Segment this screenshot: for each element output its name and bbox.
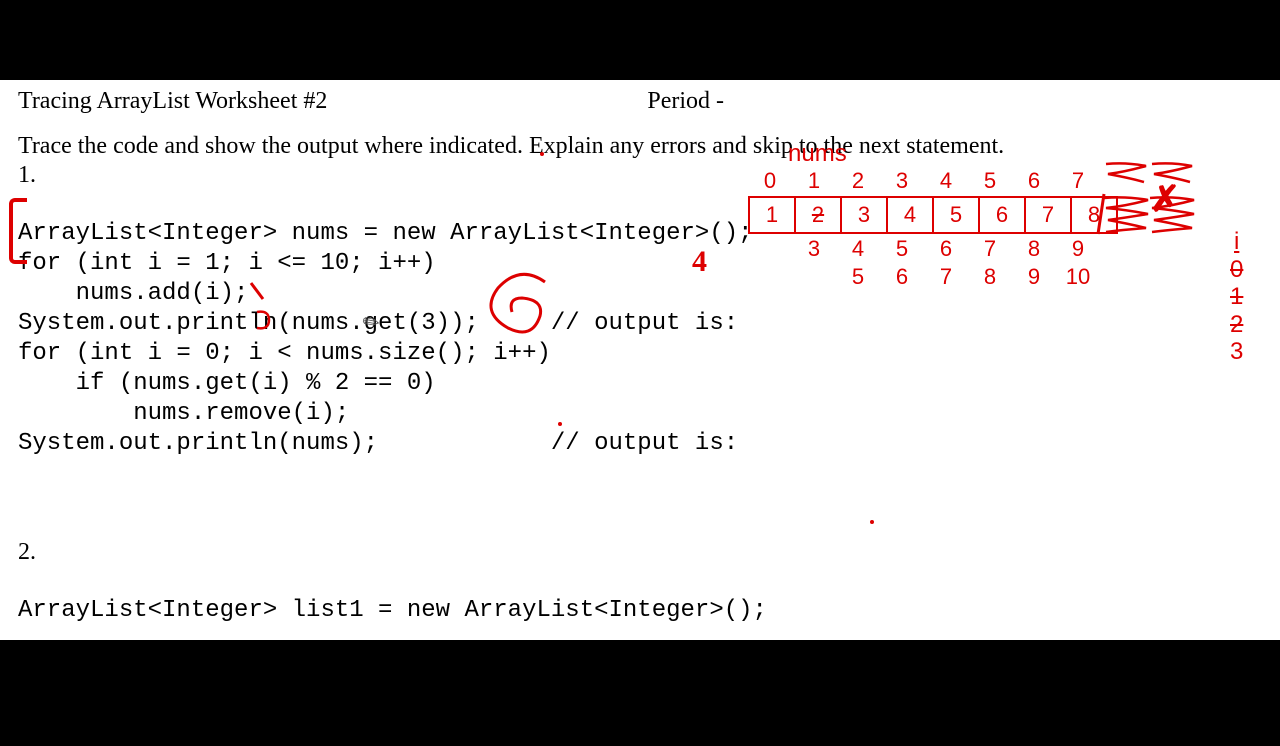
worksheet-page: Tracing ArrayList Worksheet #2 Period - … <box>0 80 1280 640</box>
instructions: Trace the code and show the output where… <box>18 133 1262 160</box>
i-variable-trace: i 0 1 2 3 <box>1230 228 1243 366</box>
scribble-cell-9 <box>1102 194 1150 234</box>
code-line: list1.add(i); <box>18 687 263 714</box>
code-line: ArrayList<Integer> list1 = new ArrayList… <box>18 597 767 624</box>
array-cell-crossed: 2 <box>795 197 841 233</box>
array-indices-annotation: 0 1 2 3 4 5 6 7 <box>748 168 1100 194</box>
worksheet-title: Tracing ArrayList Worksheet #2 <box>18 88 327 115</box>
stray-dot <box>558 422 562 426</box>
question-1-code: ArrayList<Integer> nums = new ArrayList<… <box>18 189 1262 489</box>
code-line: System.out.println(nums); // output is: <box>18 430 738 457</box>
code-line: nums.remove(i); <box>18 400 349 427</box>
code-line: nums.add(i); <box>18 280 248 307</box>
code-line: for (int i = 1; i <= 10; i++) <box>18 250 436 277</box>
question-2-code: ArrayList<Integer> list1 = new ArrayList… <box>18 566 1262 746</box>
swirl-annotation <box>470 270 560 350</box>
array-trace-table: 1 2 3 4 5 6 7 8 <box>748 196 1118 234</box>
period-label: Period - <box>647 88 724 115</box>
loop-bracket-annotation <box>9 198 27 264</box>
code-line: if (nums.get(i) % 2 == 0) <box>18 370 436 397</box>
array-shift-row-2: 5 6 7 8 9 10 <box>748 264 1100 290</box>
stray-dot <box>540 152 544 156</box>
question-2: 2. ArrayList<Integer> list1 = new ArrayL… <box>18 539 1262 746</box>
array-shift-row-1: 3 4 5 6 7 8 9 <box>748 236 1100 262</box>
scribble-idx-8 <box>1102 160 1150 188</box>
nums-label-annotation: nums <box>788 140 847 168</box>
stray-dot <box>870 520 874 524</box>
question-2-number: 2. <box>18 539 1262 566</box>
cross-out-annotation: ✗ <box>1150 178 1180 220</box>
code-line: ArrayList<Integer> nums = new ArrayList<… <box>18 220 753 247</box>
code-line: for (int i = 1; i <= 10; i++) <box>18 657 436 684</box>
header-row: Tracing ArrayList Worksheet #2 Period - <box>18 88 1262 115</box>
output-1-annotation: 4 <box>692 245 707 279</box>
